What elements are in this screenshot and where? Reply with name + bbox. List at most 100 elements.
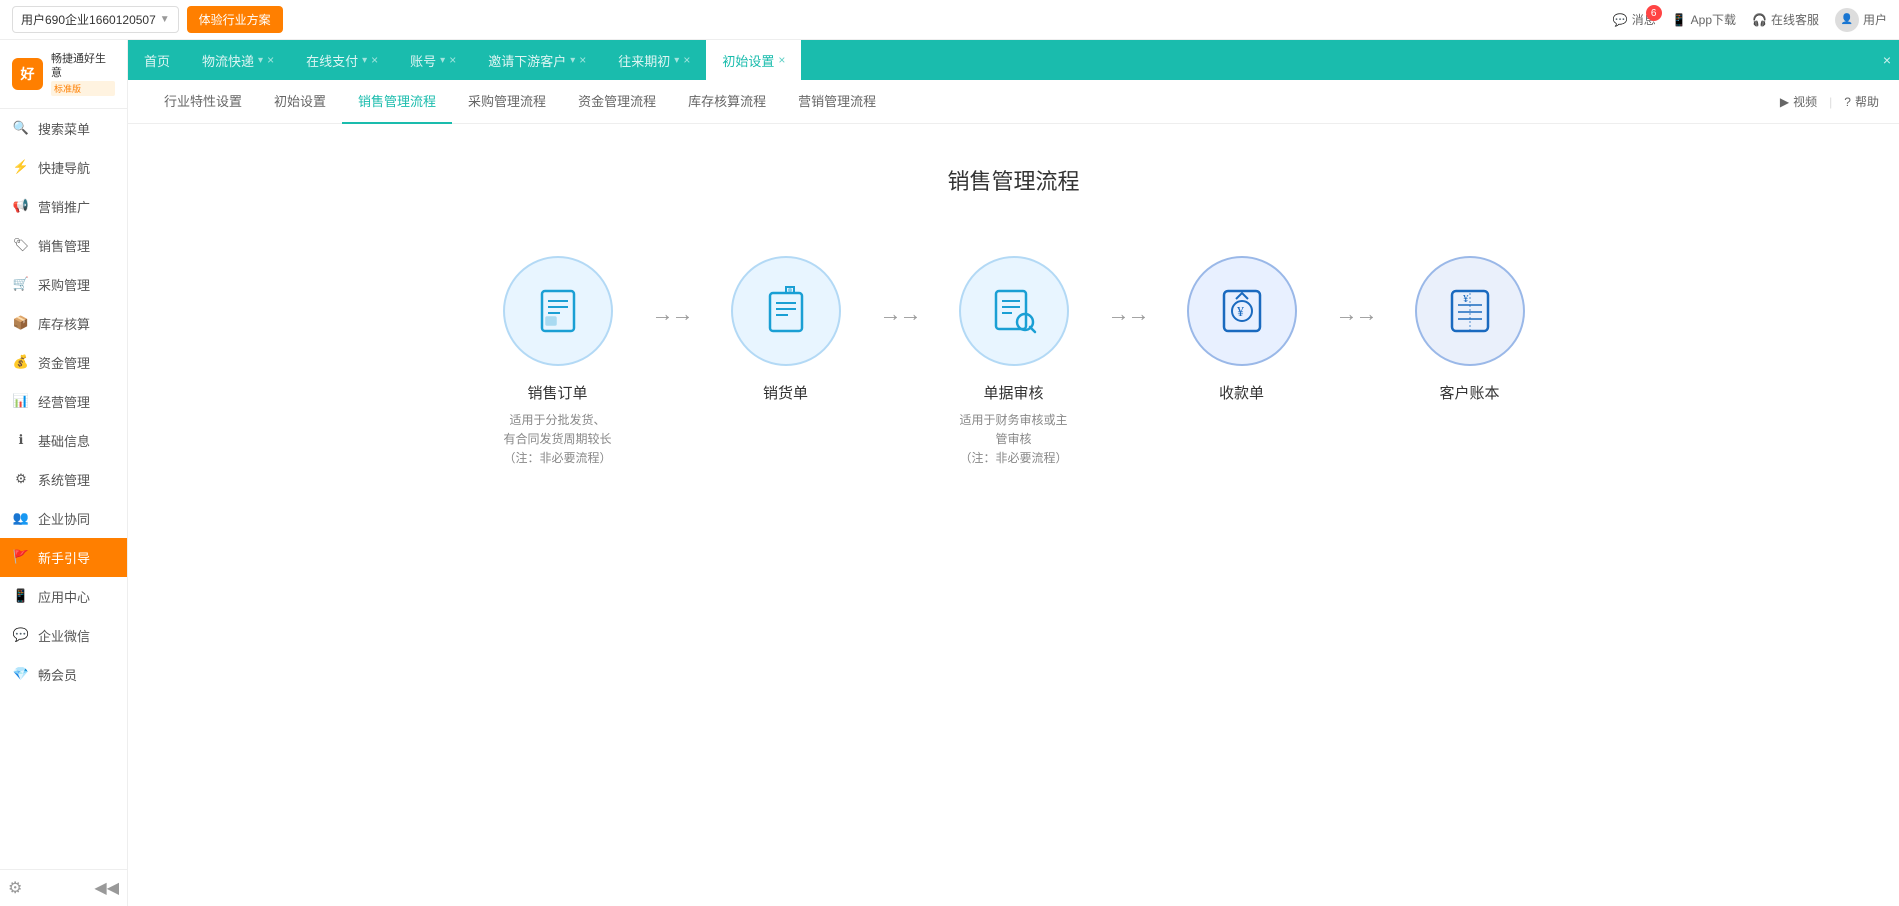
- flow-arrow-2: →→: [876, 256, 924, 327]
- sidebar-label-sales: 销售管理: [38, 236, 90, 255]
- ledger-icon: ¥: [1444, 285, 1496, 337]
- step-desc-sales-order: 适用于分批发货、有合同发货周期较长（注：非必要流程）: [503, 411, 611, 469]
- sub-tabs-right: ▶ 视频 | ? 帮助: [1780, 93, 1879, 110]
- online-service-label: 在线客服: [1771, 11, 1819, 28]
- avatar: 👤: [1835, 8, 1859, 32]
- sidebar-item-basic[interactable]: ℹ 基础信息: [0, 421, 127, 460]
- step-title-receipt: 收款单: [1219, 382, 1264, 403]
- sub-tab-initial-setup[interactable]: 初始设置: [258, 80, 342, 124]
- payment-close[interactable]: ×: [371, 53, 378, 67]
- logo-text-area: 畅捷通好生意 标准版: [51, 52, 115, 96]
- nav-tab-home[interactable]: 首页: [128, 40, 186, 80]
- sub-tab-purchase-flow[interactable]: 采购管理流程: [452, 80, 562, 124]
- logistics-close[interactable]: ×: [267, 53, 274, 67]
- search-icon: 🔍: [12, 119, 30, 137]
- user-selector-arrow: ▼: [160, 14, 170, 25]
- initial-arrow: ▾: [674, 55, 679, 66]
- sidebar-label-apps: 应用中心: [38, 587, 90, 606]
- initial-close[interactable]: ×: [683, 53, 690, 67]
- help-label: 帮助: [1855, 93, 1879, 110]
- nav-tab-logistics[interactable]: 物流快递 ▾ ×: [186, 40, 290, 80]
- invite-close[interactable]: ×: [579, 53, 586, 67]
- sub-tab-purchase-label: 采购管理流程: [468, 91, 546, 110]
- flow-circle-delivery: [731, 256, 841, 366]
- sidebar-nav: 🔍 搜索菜单 ⚡ 快捷导航 📢 营销推广 🏷 销售管理 🛒 采购管理: [0, 109, 127, 869]
- nav-tab-account[interactable]: 账号 ▾ ×: [394, 40, 472, 80]
- sub-tab-industry[interactable]: 行业特性设置: [148, 80, 258, 124]
- header-right: 💬 消息 6 📱 App下载 🎧 在线客服 👤 用户: [1613, 8, 1887, 32]
- sidebar-item-sales[interactable]: 🏷 销售管理: [0, 226, 127, 265]
- sidebar-item-search-menu[interactable]: 🔍 搜索菜单: [0, 109, 127, 148]
- nav-tab-initial[interactable]: 往来期初 ▾ ×: [602, 40, 706, 80]
- sidebar-item-inventory[interactable]: 📦 库存核算: [0, 304, 127, 343]
- flow-circle-sales-order: [503, 256, 613, 366]
- account-arrow: ▾: [440, 55, 445, 66]
- flow-step-sales-order[interactable]: 销售订单 适用于分批发货、有合同发货周期较长（注：非必要流程）: [468, 256, 648, 469]
- account-close[interactable]: ×: [449, 53, 456, 67]
- sidebar-item-finance[interactable]: 💰 资金管理: [0, 343, 127, 382]
- settings-bottom-btn[interactable]: ⚙: [8, 878, 22, 898]
- sidebar-label-member: 畅会员: [38, 665, 77, 684]
- nav-tab-payment[interactable]: 在线支付 ▾ ×: [290, 40, 394, 80]
- wechat-icon: 💬: [12, 626, 30, 644]
- logo-icon: 好: [12, 58, 43, 90]
- page-title: 销售管理流程: [148, 164, 1879, 196]
- flow-step-ledger[interactable]: ¥ 客户账本: [1380, 256, 1560, 411]
- sub-tab-sales-flow[interactable]: 销售管理流程: [342, 80, 452, 124]
- header-left: 用户690企业1660120507 ▼ 体验行业方案: [12, 6, 283, 33]
- review-icon: [988, 285, 1040, 337]
- tag-icon: 🏷: [12, 236, 30, 254]
- sub-tab-marketing-flow[interactable]: 营销管理流程: [782, 80, 892, 124]
- video-help-btn[interactable]: ▶ 视频: [1780, 93, 1817, 110]
- flow-step-delivery[interactable]: 销货单: [696, 256, 876, 411]
- sidebar-item-quick-nav[interactable]: ⚡ 快捷导航: [0, 148, 127, 187]
- sidebar-item-system[interactable]: ⚙ 系统管理: [0, 460, 127, 499]
- nav-tab-setup[interactable]: 初始设置 ×: [706, 40, 801, 80]
- sub-tab-inventory-flow[interactable]: 库存核算流程: [672, 80, 782, 124]
- sidebar-item-wechat[interactable]: 💬 企业微信: [0, 616, 127, 655]
- sub-tab-finance-flow[interactable]: 资金管理流程: [562, 80, 672, 124]
- app-download-btn[interactable]: 📱 App下载: [1672, 11, 1736, 28]
- sidebar-item-collab[interactable]: 👥 企业协同: [0, 499, 127, 538]
- sub-tab-initial-label: 初始设置: [274, 91, 326, 110]
- sidebar-label-inventory: 库存核算: [38, 314, 90, 333]
- flow-step-receipt[interactable]: ¥ 收款单: [1152, 256, 1332, 411]
- sidebar-item-guide[interactable]: 🚩 新手引导: [0, 538, 127, 577]
- page-content: 销售管理流程 销售订单: [128, 124, 1899, 906]
- top-header: 用户690企业1660120507 ▼ 体验行业方案 💬 消息 6 📱 App下…: [0, 0, 1899, 40]
- svg-text:¥: ¥: [1237, 305, 1244, 320]
- sales-order-icon: [532, 285, 584, 337]
- sidebar-label-marketing: 营销推广: [38, 197, 90, 216]
- sidebar-item-operation[interactable]: 📊 经营管理: [0, 382, 127, 421]
- logo-badge: 标准版: [51, 81, 115, 96]
- sidebar-item-purchase[interactable]: 🛒 采购管理: [0, 265, 127, 304]
- flow-diagram: 销售订单 适用于分批发货、有合同发货周期较长（注：非必要流程） →→: [148, 256, 1879, 469]
- nav-close-all-btn[interactable]: ×: [1883, 52, 1891, 68]
- apps-icon: 📱: [12, 587, 30, 605]
- user-selector-text: 用户690企业1660120507: [21, 11, 156, 28]
- sidebar-label-finance: 资金管理: [38, 353, 90, 372]
- sidebar-item-member[interactable]: 💎 畅会员: [0, 655, 127, 694]
- help-btn[interactable]: ? 帮助: [1844, 93, 1879, 110]
- user-btn[interactable]: 👤 用户: [1835, 8, 1887, 32]
- sidebar-label-purchase: 采购管理: [38, 275, 90, 294]
- diamond-icon: 💎: [12, 665, 30, 683]
- setup-close[interactable]: ×: [778, 53, 785, 67]
- step-title-ledger: 客户账本: [1439, 382, 1499, 403]
- nav-tab-logistics-label: 物流快递: [202, 51, 254, 70]
- box-icon: 📦: [12, 314, 30, 332]
- flow-step-review[interactable]: 单据审核 适用于财务审核或主管审核（注：非必要流程）: [924, 256, 1104, 469]
- step-title-review: 单据审核: [983, 382, 1043, 403]
- online-service-btn[interactable]: 🎧 在线客服: [1752, 11, 1819, 28]
- sidebar-item-apps[interactable]: 📱 应用中心: [0, 577, 127, 616]
- nav-tab-invite[interactable]: 邀请下游客户 ▾ ×: [472, 40, 602, 80]
- sidebar-item-marketing[interactable]: 📢 营销推广: [0, 187, 127, 226]
- trial-button[interactable]: 体验行业方案: [187, 6, 283, 33]
- sidebar-label-wechat: 企业微信: [38, 626, 90, 645]
- messages-btn[interactable]: 💬 消息 6: [1613, 11, 1656, 28]
- collapse-btn[interactable]: ◀◀: [94, 878, 119, 898]
- sidebar-label-guide: 新手引导: [38, 548, 90, 567]
- main-body: 好 畅捷通好生意 标准版 🔍 搜索菜单 ⚡ 快捷导航 📢 营销: [0, 40, 1899, 906]
- user-selector[interactable]: 用户690企业1660120507 ▼: [12, 6, 179, 33]
- invite-arrow: ▾: [570, 55, 575, 66]
